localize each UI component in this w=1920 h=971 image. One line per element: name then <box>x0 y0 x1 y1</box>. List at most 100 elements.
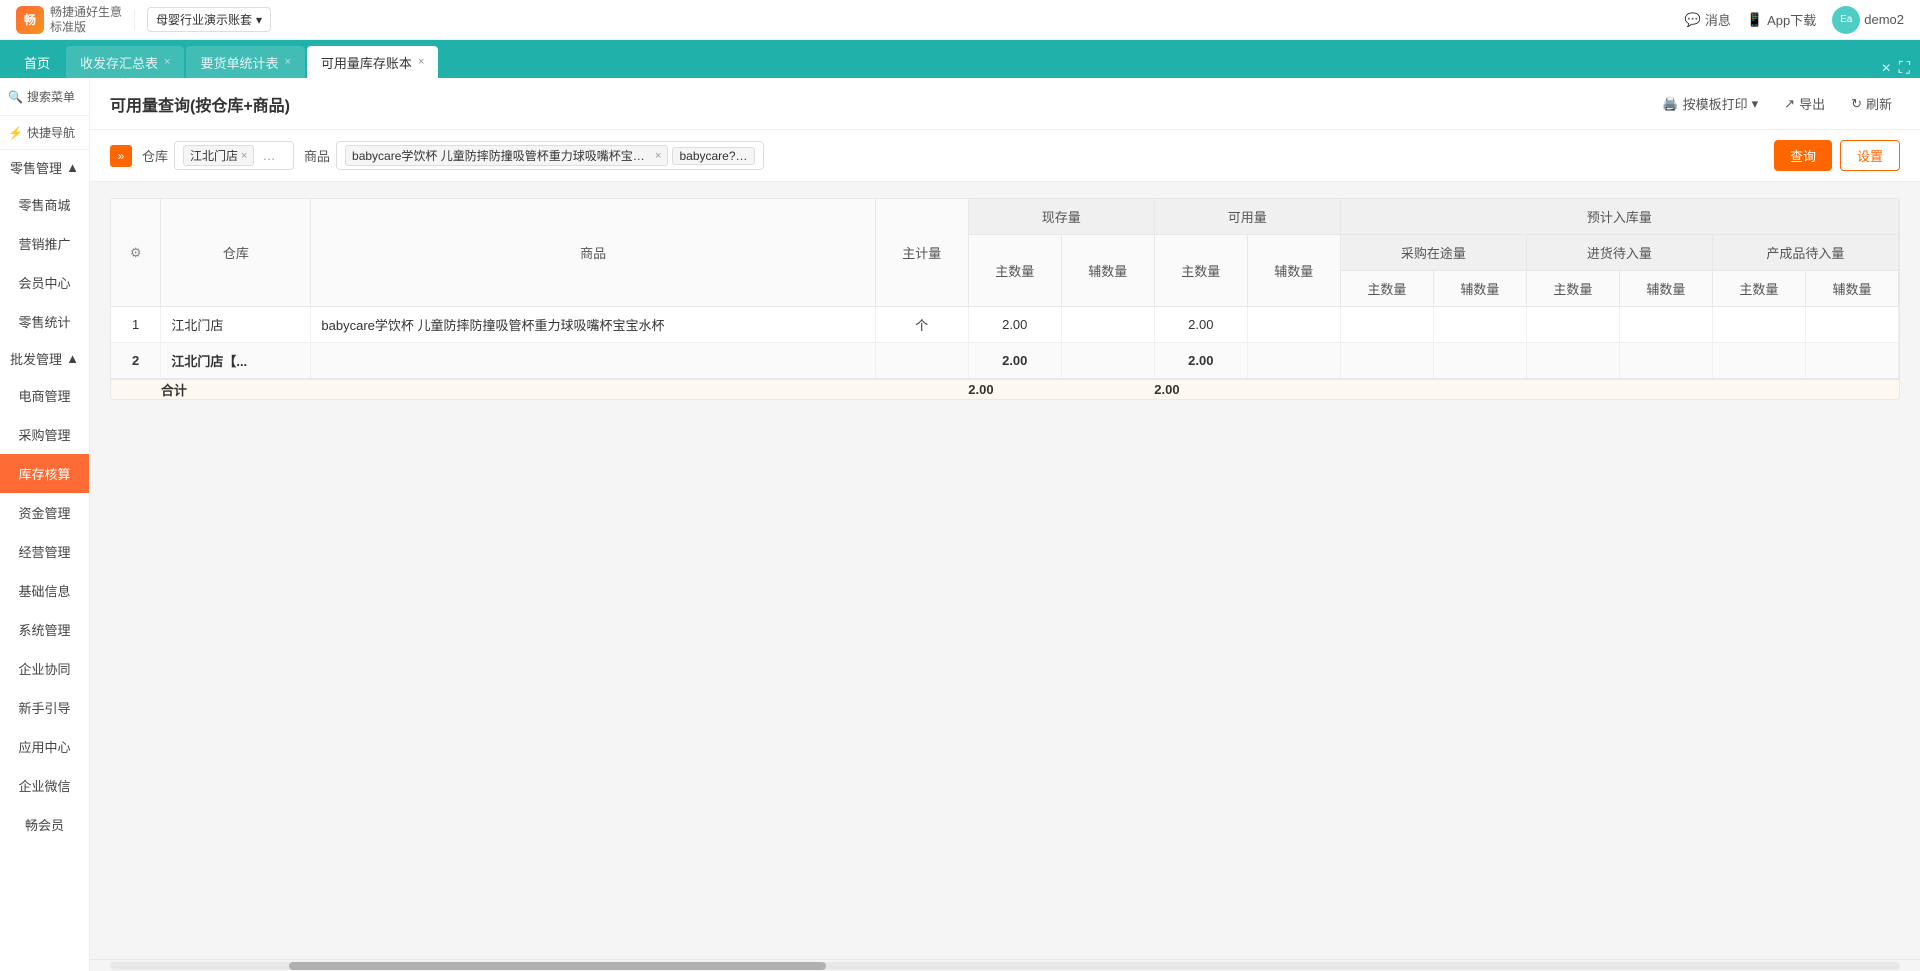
sidebar-item-retail-mall[interactable]: 零售商城 <box>0 185 89 224</box>
industry-label: 母婴行业演示账套 <box>156 11 252 28</box>
warehouse-tags[interactable]: 江北门店 × … <box>174 141 294 170</box>
print-label: 按模板打印 <box>1683 94 1748 113</box>
goods-tag-1-remove[interactable]: × <box>655 150 661 162</box>
row-avail-main: 2.00 <box>1154 307 1247 343</box>
footer-label: 合计 <box>161 379 311 399</box>
export-btn[interactable]: ↗ 导出 <box>1776 90 1833 117</box>
sidebar-item-member[interactable]: 畅会员 <box>0 805 89 844</box>
message-label: 消息 <box>1705 10 1731 29</box>
subtotal-pp-aux <box>1619 343 1712 380</box>
print-chevron: ▾ <box>1752 96 1759 112</box>
col-pp-aux: 辅数量 <box>1619 271 1712 307</box>
sidebar-item-wechat[interactable]: 企业微信 <box>0 766 89 805</box>
close-all-btn[interactable]: × <box>1881 60 1890 78</box>
col-pp-main: 主数量 <box>1526 271 1619 307</box>
enterprise-label: 企业协同 <box>18 659 70 678</box>
col-pt-aux: 辅数量 <box>1433 271 1526 307</box>
subtotal-prod-main <box>1712 343 1805 380</box>
row-goods: babycare学饮杯 儿童防摔防撞吸管杯重力球吸嘴杯宝宝水杯 <box>311 307 875 343</box>
goods-filter-group: 商品 babycare学饮杯 儿童防摔防撞吸管杯重力球吸嘴杯宝宝水杯 × bab… <box>304 141 764 170</box>
subtotal-avail-main: 2.00 <box>1154 343 1247 380</box>
goods-tag-1[interactable]: babycare学饮杯 儿童防摔防撞吸管杯重力球吸嘴杯宝宝水杯 × <box>345 145 668 166</box>
sidebar-item-ops[interactable]: 经营管理 <box>0 532 89 571</box>
col-goods: 商品 <box>311 199 875 307</box>
col-prod-main: 主数量 <box>1712 271 1805 307</box>
sidebar-item-ecommerce[interactable]: 电商管理 <box>0 376 89 415</box>
refresh-btn[interactable]: ↻ 刷新 <box>1843 90 1900 117</box>
retail-mall-label: 零售商城 <box>18 195 70 214</box>
retail-mgmt-label: 零售管理 <box>10 158 62 177</box>
appcenter-label: 应用中心 <box>18 737 70 756</box>
warehouse-filter-group: 仓库 江北门店 × … <box>142 141 294 170</box>
brand: 畅 畅捷通好生意 标准版 <box>16 5 122 34</box>
tab-available-ledger-label: 可用量库存账本 <box>321 53 412 72</box>
expand-btn[interactable]: ⛶ <box>1899 60 1910 78</box>
footer-index <box>111 379 161 399</box>
print-icon: 🖨️ <box>1662 96 1678 112</box>
warehouse-tag-remove[interactable]: × <box>241 150 247 162</box>
goods-tag-2[interactable]: babycare?… <box>672 147 754 165</box>
member-center-label: 会员中心 <box>18 273 70 292</box>
sidebar-item-wholesale-mgmt[interactable]: 批发管理 ▲ <box>0 341 89 376</box>
tab-receive-send[interactable]: 收发存汇总表 × <box>66 46 184 78</box>
tab-available-ledger[interactable]: 可用量库存账本 × <box>307 46 438 78</box>
subtotal-pp-main <box>1526 343 1619 380</box>
app-download-label: App下载 <box>1767 10 1816 29</box>
subtotal-pt-main <box>1340 343 1433 380</box>
basic-label: 基础信息 <box>18 581 70 600</box>
sidebar-item-marketing[interactable]: 营销推广 <box>0 224 89 263</box>
expand-filter-btn[interactable]: » <box>110 145 132 167</box>
col-product-pending: 产成品待入量 <box>1712 235 1898 271</box>
subtotal-pt-aux <box>1433 343 1526 380</box>
row-warehouse: 江北门店 <box>161 307 311 343</box>
message-btn[interactable]: 💬 消息 <box>1685 10 1731 29</box>
industry-select[interactable]: 母婴行业演示账套 ▾ <box>147 7 271 32</box>
col-purchase-transit: 采购在途量 <box>1340 235 1526 271</box>
gear-icon[interactable]: ⚙ <box>130 245 142 260</box>
print-btn[interactable]: 🖨️ 按模板打印 ▾ <box>1654 90 1766 117</box>
col-prod-aux: 辅数量 <box>1805 271 1898 307</box>
sidebar-item-retail-stats[interactable]: 零售统计 <box>0 302 89 341</box>
query-button[interactable]: 查询 <box>1774 140 1832 171</box>
sidebar-item-system[interactable]: 系统管理 <box>0 610 89 649</box>
sidebar-search[interactable]: 🔍 搜索菜单 <box>0 78 89 116</box>
sidebar-item-purchase[interactable]: 采购管理 <box>0 415 89 454</box>
sidebar-item-member-center[interactable]: 会员中心 <box>0 263 89 302</box>
app-download-btn[interactable]: 📱 App下载 <box>1747 10 1816 29</box>
subtotal-stock-main: 2.00 <box>968 343 1061 380</box>
footer-pt-aux <box>1433 379 1526 399</box>
tab-order-stats-close[interactable]: × <box>284 56 290 68</box>
sidebar-item-inventory[interactable]: 库存核算 <box>0 454 89 493</box>
warehouse-tag-jiangbei[interactable]: 江北门店 × <box>183 145 254 166</box>
subtotal-unit <box>875 343 968 380</box>
footer-stock-aux <box>1061 379 1154 399</box>
goods-tags[interactable]: babycare学饮杯 儿童防摔防撞吸管杯重力球吸嘴杯宝宝水杯 × babyca… <box>336 141 763 170</box>
sidebar-item-guide[interactable]: 新手引导 <box>0 688 89 727</box>
divider <box>134 10 135 30</box>
inventory-label: 库存核算 <box>18 464 70 483</box>
sidebar-item-retail-mgmt[interactable]: 零售管理 ▲ <box>0 150 89 185</box>
sidebar-quick-nav[interactable]: ⚡ 快捷导航 <box>0 116 89 150</box>
tab-home[interactable]: 首页 <box>10 46 64 78</box>
sidebar-item-appcenter[interactable]: 应用中心 <box>0 727 89 766</box>
sidebar-item-finance[interactable]: 资金管理 <box>0 493 89 532</box>
tab-order-stats[interactable]: 要货单统计表 × <box>186 46 304 78</box>
scroll-track <box>110 962 1900 970</box>
col-stock-main: 主数量 <box>968 235 1061 307</box>
message-icon: 💬 <box>1685 12 1701 28</box>
tab-available-ledger-close[interactable]: × <box>418 56 424 68</box>
purchase-label: 采购管理 <box>18 425 70 444</box>
sidebar-item-enterprise[interactable]: 企业协同 <box>0 649 89 688</box>
wholesale-mgmt-label: 批发管理 <box>10 349 62 368</box>
user-avatar[interactable]: Ea demo2 <box>1832 6 1904 34</box>
warehouse-dots[interactable]: … <box>258 148 279 163</box>
col-current-stock: 现存量 <box>968 199 1154 235</box>
row-pp-main <box>1526 307 1619 343</box>
row-prod-aux <box>1805 307 1898 343</box>
scroll-thumb[interactable] <box>289 962 826 970</box>
tab-receive-send-label: 收发存汇总表 <box>80 53 158 72</box>
avatar: Ea <box>1832 6 1860 34</box>
tab-receive-send-close[interactable]: × <box>164 56 170 68</box>
sidebar-item-basic[interactable]: 基础信息 <box>0 571 89 610</box>
settings-button[interactable]: 设置 <box>1840 140 1900 171</box>
